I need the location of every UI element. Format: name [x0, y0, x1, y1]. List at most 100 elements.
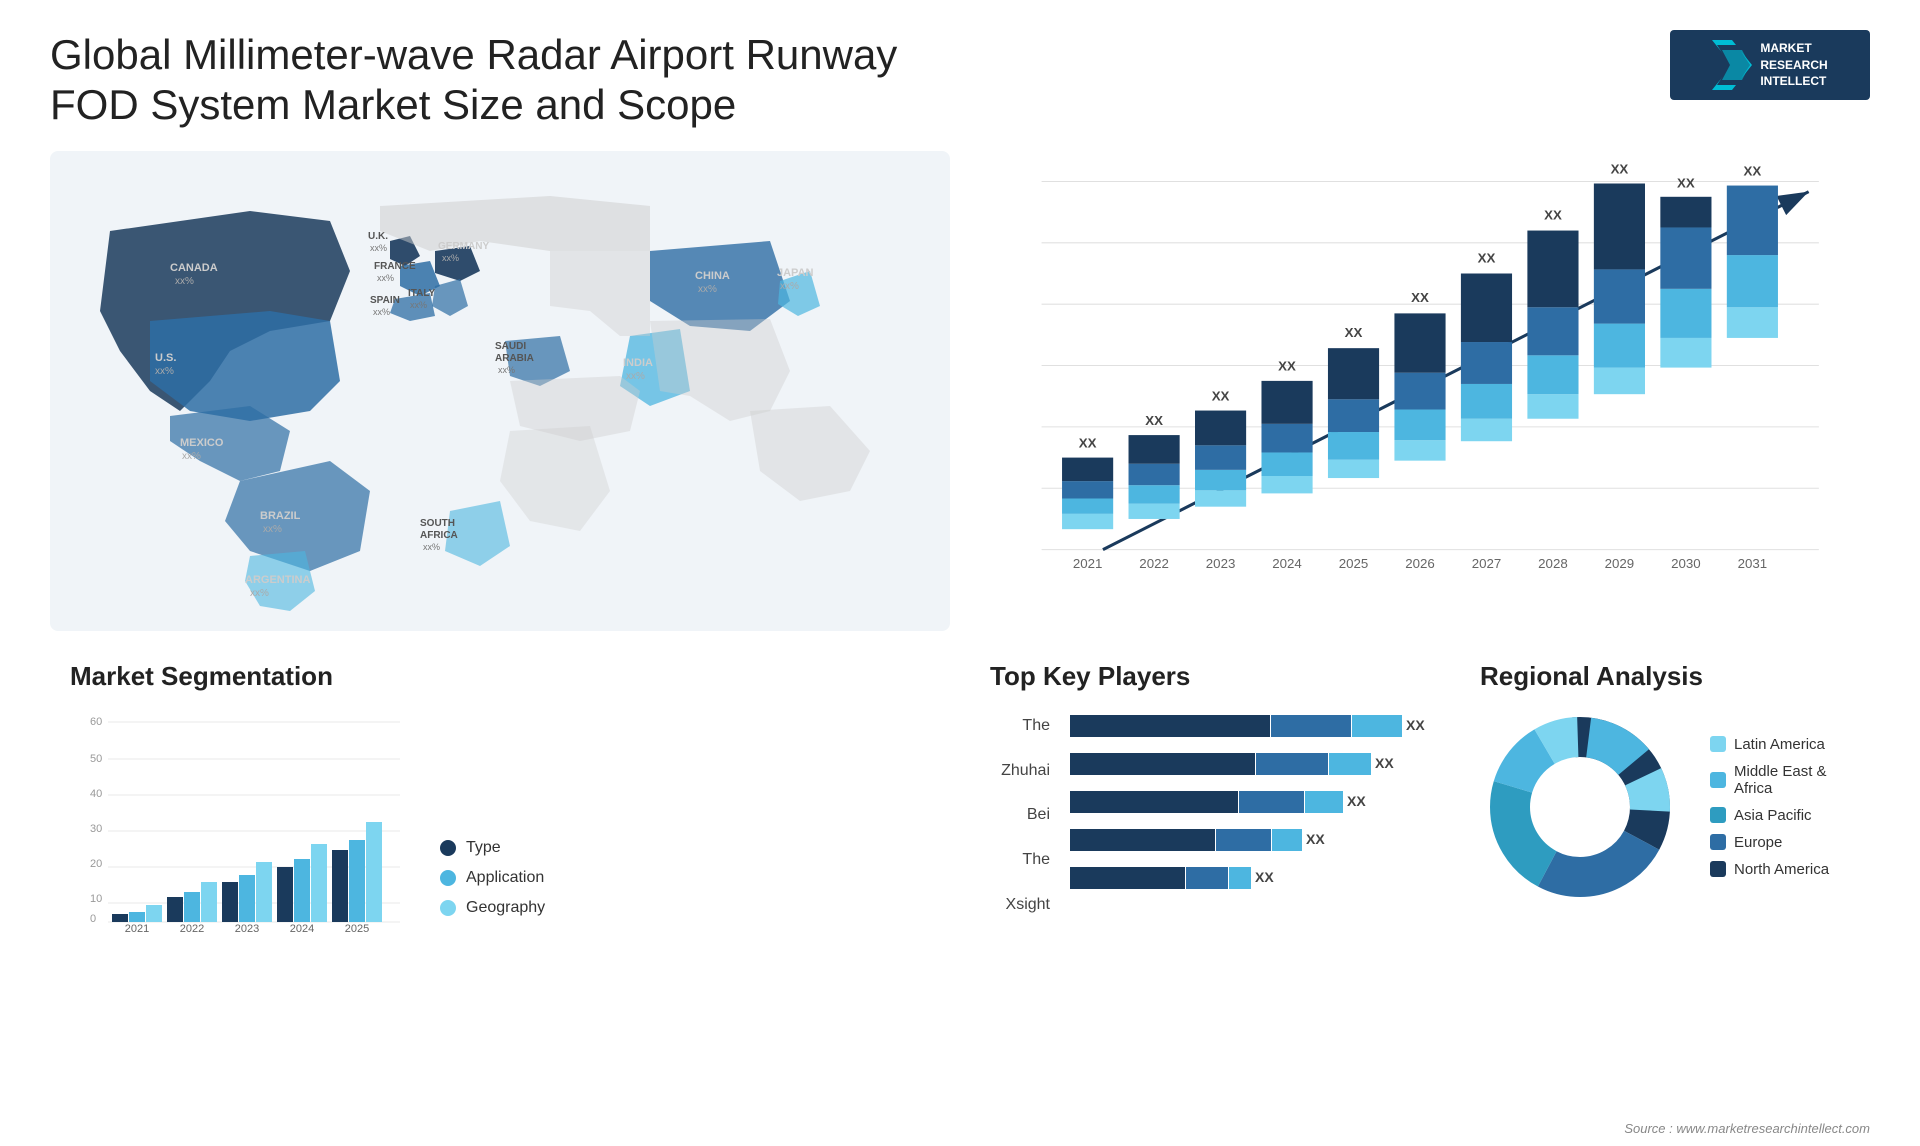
- svg-text:AFRICA: AFRICA: [420, 530, 458, 541]
- legend-latin-america: Latin America: [1710, 736, 1829, 753]
- legend-north-america: North America: [1710, 861, 1829, 878]
- svg-text:CANADA: CANADA: [170, 262, 218, 274]
- svg-text:60: 60: [90, 716, 102, 728]
- svg-text:xx%: xx%: [373, 307, 390, 317]
- donut-container: Latin America Middle East &Africa Asia P…: [1480, 707, 1850, 907]
- legend-asia-pacific: Asia Pacific: [1710, 807, 1829, 824]
- svg-text:2023: 2023: [235, 923, 259, 935]
- legend-label-type: Type: [466, 839, 501, 857]
- seg-chart-container: 60 50 40 30 20 10 0: [70, 707, 930, 942]
- legend-item-application: Application: [440, 869, 545, 887]
- svg-text:40: 40: [90, 788, 102, 800]
- player-name-2: Zhuhai: [990, 757, 1050, 786]
- key-players-section: Top Key Players The Zhuhai Bei The Xsigh…: [970, 651, 1440, 1117]
- svg-text:30: 30: [90, 823, 102, 835]
- players-area: Top Key Players The Zhuhai Bei The Xsigh…: [970, 651, 1870, 1117]
- regional-title: Regional Analysis: [1480, 661, 1850, 692]
- svg-text:MEXICO: MEXICO: [180, 437, 224, 449]
- svg-text:xx%: xx%: [698, 284, 717, 295]
- svg-text:xx%: xx%: [626, 371, 645, 382]
- legend-color-mea: [1710, 772, 1726, 788]
- player-name-3: Bei: [990, 801, 1050, 830]
- svg-text:2022: 2022: [1139, 556, 1169, 571]
- logo-icon: [1712, 40, 1752, 90]
- svg-text:XX: XX: [1406, 717, 1425, 733]
- svg-text:xx%: xx%: [498, 365, 515, 375]
- svg-text:XX: XX: [1255, 869, 1274, 885]
- svg-text:xx%: xx%: [442, 253, 459, 263]
- logo-line1: MARKET: [1760, 40, 1827, 57]
- svg-text:50: 50: [90, 753, 102, 765]
- svg-text:2021: 2021: [125, 923, 149, 935]
- legend-dot-application: [440, 870, 456, 886]
- player-names: The Zhuhai Bei The Xsight: [990, 707, 1050, 920]
- svg-text:2024: 2024: [1272, 556, 1302, 571]
- legend-color-apac: [1710, 807, 1726, 823]
- growth-chart-area: XX 2021 XX 2022 XX 2023: [970, 151, 1870, 631]
- player-name-5: Xsight: [990, 891, 1050, 920]
- growth-chart-svg: XX 2021 XX 2022 XX 2023: [990, 161, 1850, 611]
- legend-label-application: Application: [466, 869, 544, 887]
- legend-color-latin: [1710, 736, 1726, 752]
- player-name-4: The: [990, 846, 1050, 875]
- legend-item-type: Type: [440, 839, 545, 857]
- svg-text:XX: XX: [1744, 163, 1762, 178]
- svg-text:SAUDI: SAUDI: [495, 341, 526, 352]
- svg-text:2031: 2031: [1738, 556, 1768, 571]
- regional-section: Regional Analysis: [1460, 651, 1870, 1117]
- legend-label-mea: Middle East &Africa: [1734, 763, 1827, 797]
- svg-text:INDIA: INDIA: [623, 357, 653, 369]
- svg-text:xx%: xx%: [377, 273, 394, 283]
- svg-text:XX: XX: [1375, 755, 1394, 771]
- svg-text:XX: XX: [1411, 290, 1429, 305]
- world-map-svg: CANADA xx% U.S. xx% MEXICO xx% BRAZIL xx…: [50, 151, 950, 631]
- svg-text:XX: XX: [1347, 793, 1366, 809]
- svg-text:xx%: xx%: [155, 366, 174, 377]
- legend-label-apac: Asia Pacific: [1734, 807, 1812, 824]
- svg-text:2025: 2025: [1339, 556, 1369, 571]
- segmentation-title: Market Segmentation: [70, 661, 930, 692]
- svg-text:2026: 2026: [1405, 556, 1435, 571]
- donut-chart-svg: [1480, 707, 1680, 907]
- svg-text:xx%: xx%: [423, 542, 440, 552]
- svg-text:XX: XX: [1677, 175, 1695, 190]
- legend-label-latin: Latin America: [1734, 736, 1825, 753]
- legend-dot-type: [440, 840, 456, 856]
- logo-line2: RESEARCH: [1760, 57, 1827, 74]
- svg-text:U.S.: U.S.: [155, 352, 176, 364]
- key-players-title: Top Key Players: [990, 661, 1430, 692]
- legend-europe: Europe: [1710, 834, 1829, 851]
- svg-text:2021: 2021: [1073, 556, 1103, 571]
- segmentation-chart-svg: 60 50 40 30 20 10 0: [70, 707, 410, 937]
- svg-text:BRAZIL: BRAZIL: [260, 510, 301, 522]
- svg-text:ARGENTINA: ARGENTINA: [245, 574, 310, 586]
- player-name-1: The: [990, 712, 1050, 741]
- svg-text:XX: XX: [1345, 325, 1363, 340]
- svg-text:xx%: xx%: [175, 276, 194, 287]
- svg-text:SOUTH: SOUTH: [420, 518, 455, 529]
- svg-text:SPAIN: SPAIN: [370, 295, 400, 306]
- svg-text:2029: 2029: [1605, 556, 1635, 571]
- svg-text:2023: 2023: [1206, 556, 1236, 571]
- svg-text:XX: XX: [1212, 388, 1230, 403]
- svg-text:XX: XX: [1544, 207, 1562, 222]
- segmentation-area: Market Segmentation 60 50 40 30 20 10 0: [50, 651, 950, 1117]
- logo-box: MARKET RESEARCH INTELLECT: [1670, 30, 1870, 100]
- svg-text:2028: 2028: [1538, 556, 1568, 571]
- svg-text:CHINA: CHINA: [695, 270, 730, 282]
- legend-middle-east: Middle East &Africa: [1710, 763, 1829, 797]
- svg-text:xx%: xx%: [370, 243, 387, 253]
- svg-text:ITALY: ITALY: [408, 288, 436, 299]
- svg-text:2027: 2027: [1472, 556, 1502, 571]
- svg-text:xx%: xx%: [263, 524, 282, 535]
- svg-text:XX: XX: [1278, 358, 1296, 373]
- svg-text:xx%: xx%: [182, 451, 201, 462]
- logo-area: MARKET RESEARCH INTELLECT: [1670, 30, 1870, 100]
- svg-text:JAPAN: JAPAN: [777, 267, 814, 279]
- svg-text:2030: 2030: [1671, 556, 1701, 571]
- svg-text:20: 20: [90, 858, 102, 870]
- map-area: CANADA xx% U.S. xx% MEXICO xx% BRAZIL xx…: [50, 151, 950, 631]
- svg-text:2024: 2024: [290, 923, 314, 935]
- legend-label-europe: Europe: [1734, 834, 1782, 851]
- svg-text:xx%: xx%: [780, 281, 799, 292]
